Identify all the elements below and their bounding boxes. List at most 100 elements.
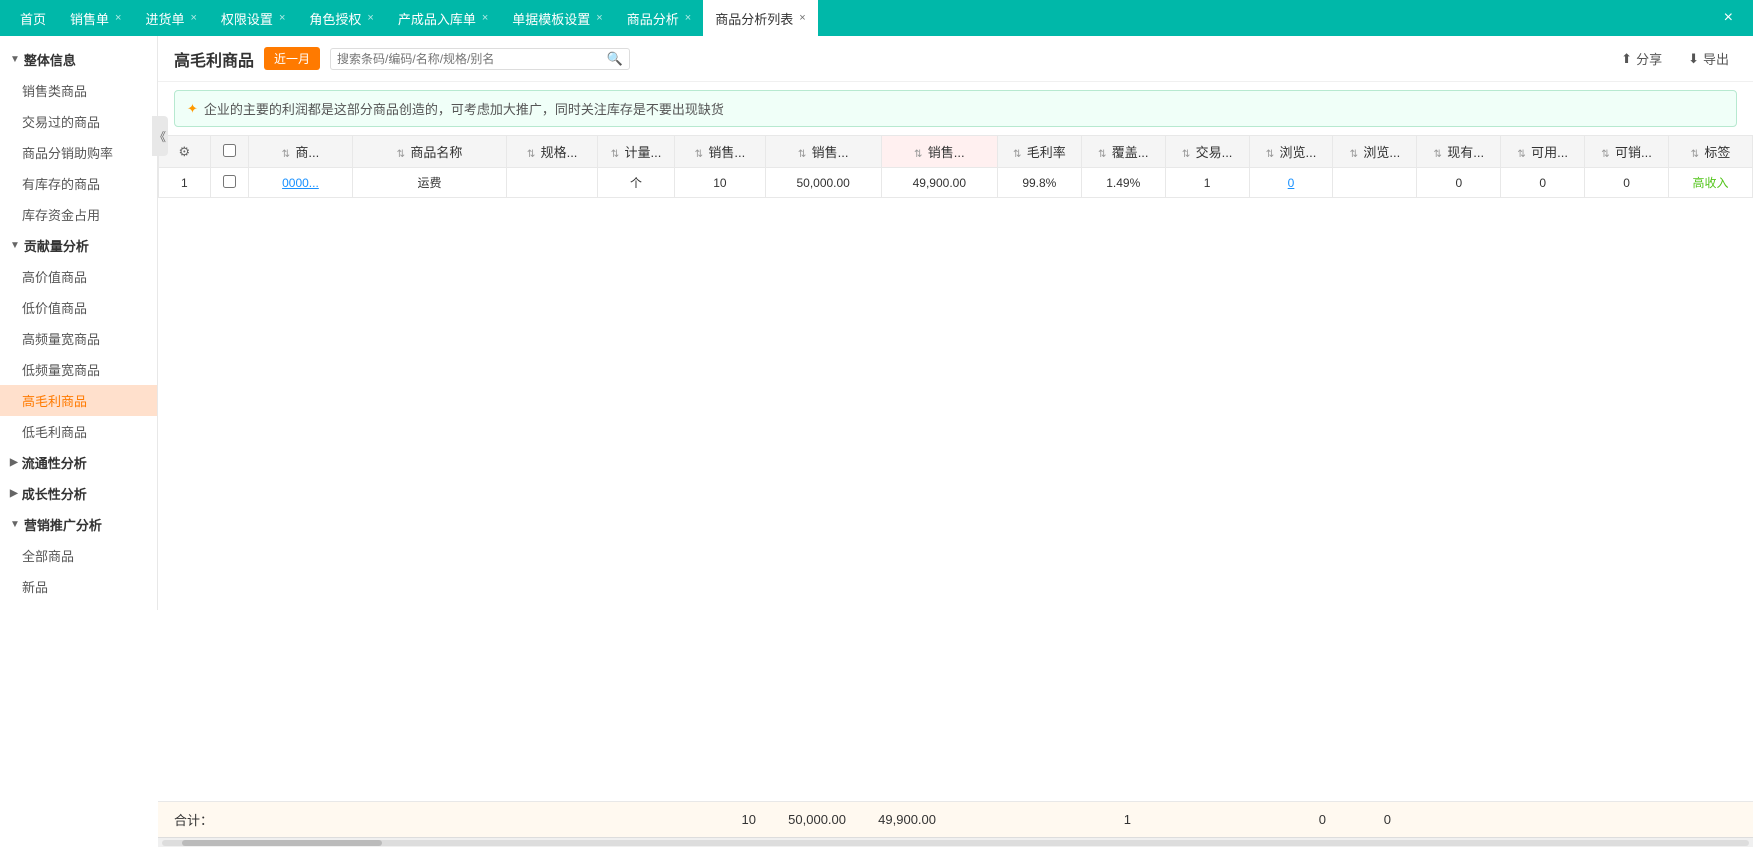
sidebar-collapse-button[interactable]: 《 xyxy=(152,116,168,156)
collapse-arrow-icon: ▶ xyxy=(10,457,18,468)
table-header-spec[interactable]: ⇅ 规格... xyxy=(507,136,597,168)
sidebar-item-sales-goods[interactable]: 销售类商品 xyxy=(0,75,157,106)
row-sales2: 50,000.00 xyxy=(765,168,881,198)
collapse-arrow-icon: ▼ xyxy=(10,519,20,530)
nav-role[interactable]: 角色授权 × xyxy=(297,0,385,36)
row-checkbox[interactable] xyxy=(210,168,249,198)
table-header-name[interactable]: ⇅ 商品名称 xyxy=(352,136,507,168)
total-sales1: 10 xyxy=(694,812,764,827)
sidebar-item-in-stock[interactable]: 有库存的商品 xyxy=(0,168,157,199)
sidebar-item-distribution-rate[interactable]: 商品分销助购率 xyxy=(0,137,157,168)
sidebar-item-low-margin[interactable]: 低毛利商品 xyxy=(0,416,157,447)
sort-icon: ⇅ xyxy=(1434,149,1442,160)
sidebar-item-high-margin[interactable]: 高毛利商品 xyxy=(0,385,157,416)
sidebar-group-overall[interactable]: ▼ 整体信息 xyxy=(0,44,157,75)
row-view1[interactable]: 0 xyxy=(1249,168,1333,198)
nav-permission[interactable]: 权限设置 × xyxy=(209,0,297,36)
close-icon[interactable]: × xyxy=(799,12,805,24)
close-icon[interactable]: × xyxy=(190,12,196,24)
sort-icon: ⇅ xyxy=(1182,149,1190,160)
nav-sales[interactable]: 销售单 × xyxy=(58,0,133,36)
table-header-current[interactable]: ⇅ 现有... xyxy=(1417,136,1501,168)
table-header-margin[interactable]: ⇅ 毛利率 xyxy=(997,136,1081,168)
row-margin-rate: 99.8% xyxy=(997,168,1081,198)
search-icon[interactable]: 🔍 xyxy=(607,51,623,67)
sidebar-item-new-goods[interactable]: 新品 xyxy=(0,571,157,602)
sidebar-item-traded-goods[interactable]: 交易过的商品 xyxy=(0,106,157,137)
table-header-view1[interactable]: ⇅ 浏览... xyxy=(1249,136,1333,168)
row-spec xyxy=(507,168,597,198)
window-close-button[interactable]: × xyxy=(1712,9,1745,27)
table-header-avail[interactable]: ⇅ 可用... xyxy=(1501,136,1585,168)
table-header-tag[interactable]: ⇅ 标签 xyxy=(1669,136,1753,168)
gear-icon[interactable]: ⚙ xyxy=(178,144,190,159)
nav-template[interactable]: 单据模板设置 × xyxy=(500,0,614,36)
row-code[interactable]: 0000... xyxy=(249,168,352,198)
table-header-trade[interactable]: ⇅ 交易... xyxy=(1165,136,1249,168)
table-header-sell[interactable]: ⇅ 可销... xyxy=(1585,136,1669,168)
table-header-checkbox[interactable] xyxy=(210,136,249,168)
share-icon: ⬆ xyxy=(1621,51,1632,67)
table-header-sales3[interactable]: ⇅ 销售... xyxy=(881,136,997,168)
sidebar-group-liquidity[interactable]: ▶ 流通性分析 xyxy=(0,447,157,478)
collapse-arrow-icon: ▼ xyxy=(10,54,20,65)
row-unit: 个 xyxy=(597,168,674,198)
total-avail: 0 xyxy=(1334,812,1399,827)
table-header-code[interactable]: ⇅ 商... xyxy=(249,136,352,168)
sort-icon: ⇅ xyxy=(1601,149,1609,160)
collapse-arrow-icon: ▶ xyxy=(10,488,18,499)
filter-recent-month-button[interactable]: 近一月 xyxy=(264,47,320,70)
share-button[interactable]: ⬆ 分享 xyxy=(1613,46,1670,71)
nav-analysis[interactable]: 商品分析 × xyxy=(615,0,703,36)
page-title: 高毛利商品 xyxy=(174,47,254,71)
sort-icon: ⇅ xyxy=(1266,149,1274,160)
search-input[interactable] xyxy=(337,52,607,66)
nav-home[interactable]: 首页 xyxy=(8,0,58,36)
table-header-sales2[interactable]: ⇅ 销售... xyxy=(765,136,881,168)
row-name: 运费 xyxy=(352,168,507,198)
sidebar-group-marketing[interactable]: ▼ 营销推广分析 xyxy=(0,509,157,540)
scrollbar-thumb[interactable] xyxy=(182,840,382,846)
table-header-row: ⚙ ⇅ 商... ⇅ 商品名称 xyxy=(159,136,1753,168)
table-header-cover[interactable]: ⇅ 覆盖... xyxy=(1081,136,1165,168)
sidebar-item-high-freq-wide[interactable]: 高频量宽商品 xyxy=(0,323,157,354)
sort-icon: ⇅ xyxy=(397,149,405,160)
sidebar-item-all-goods[interactable]: 全部商品 xyxy=(0,540,157,571)
sidebar-item-low-freq-wide[interactable]: 低频量宽商品 xyxy=(0,354,157,385)
export-button[interactable]: ⬇ 导出 xyxy=(1680,46,1737,71)
sort-icon: ⇅ xyxy=(1098,149,1106,160)
search-box: 🔍 xyxy=(330,48,630,70)
nav-purchase[interactable]: 进货单 × xyxy=(133,0,208,36)
close-icon[interactable]: × xyxy=(685,12,691,24)
close-icon[interactable]: × xyxy=(367,12,373,24)
sort-icon: ⇅ xyxy=(914,149,922,160)
sort-icon: ⇅ xyxy=(1517,149,1525,160)
total-label: 合计： xyxy=(174,810,294,829)
select-all-checkbox[interactable] xyxy=(223,144,236,157)
nav-analysis-list[interactable]: 商品分析列表 × xyxy=(703,0,817,36)
sidebar-item-stock-fund[interactable]: 库存资金占用 xyxy=(0,199,157,230)
sort-icon: ⇅ xyxy=(1013,149,1021,160)
close-icon[interactable]: × xyxy=(482,12,488,24)
data-table: ⚙ ⇅ 商... ⇅ 商品名称 xyxy=(158,135,1753,198)
table-header-unit[interactable]: ⇅ 计量... xyxy=(597,136,674,168)
nav-product-in[interactable]: 产成品入库单 × xyxy=(386,0,500,36)
total-sales2: 50,000.00 xyxy=(764,812,854,827)
footer-total-row: 合计： 10 50,000.00 49,900.00 1 0 0 xyxy=(158,801,1753,837)
row-tag: 高收入 xyxy=(1669,168,1753,198)
sidebar-item-high-value[interactable]: 高价值商品 xyxy=(0,261,157,292)
top-nav: 首页 销售单 × 进货单 × 权限设置 × 角色授权 × 产成品入库单 × 单据… xyxy=(0,0,1753,36)
total-trade: 1 xyxy=(1074,812,1139,827)
row-sales3: 49,900.00 xyxy=(881,168,997,198)
sort-icon: ⇅ xyxy=(611,149,619,160)
table-header-sales1[interactable]: ⇅ 销售... xyxy=(675,136,765,168)
close-icon[interactable]: × xyxy=(115,12,121,24)
sort-icon: ⇅ xyxy=(527,149,535,160)
sidebar-group-contribution[interactable]: ▼ 贡献量分析 xyxy=(0,230,157,261)
sidebar-group-growth[interactable]: ▶ 成长性分析 xyxy=(0,478,157,509)
close-icon[interactable]: × xyxy=(279,12,285,24)
sidebar-item-low-value[interactable]: 低价值商品 xyxy=(0,292,157,323)
table-header-view2[interactable]: ⇅ 浏览... xyxy=(1333,136,1417,168)
close-icon[interactable]: × xyxy=(596,12,602,24)
horizontal-scrollbar[interactable] xyxy=(158,837,1753,847)
